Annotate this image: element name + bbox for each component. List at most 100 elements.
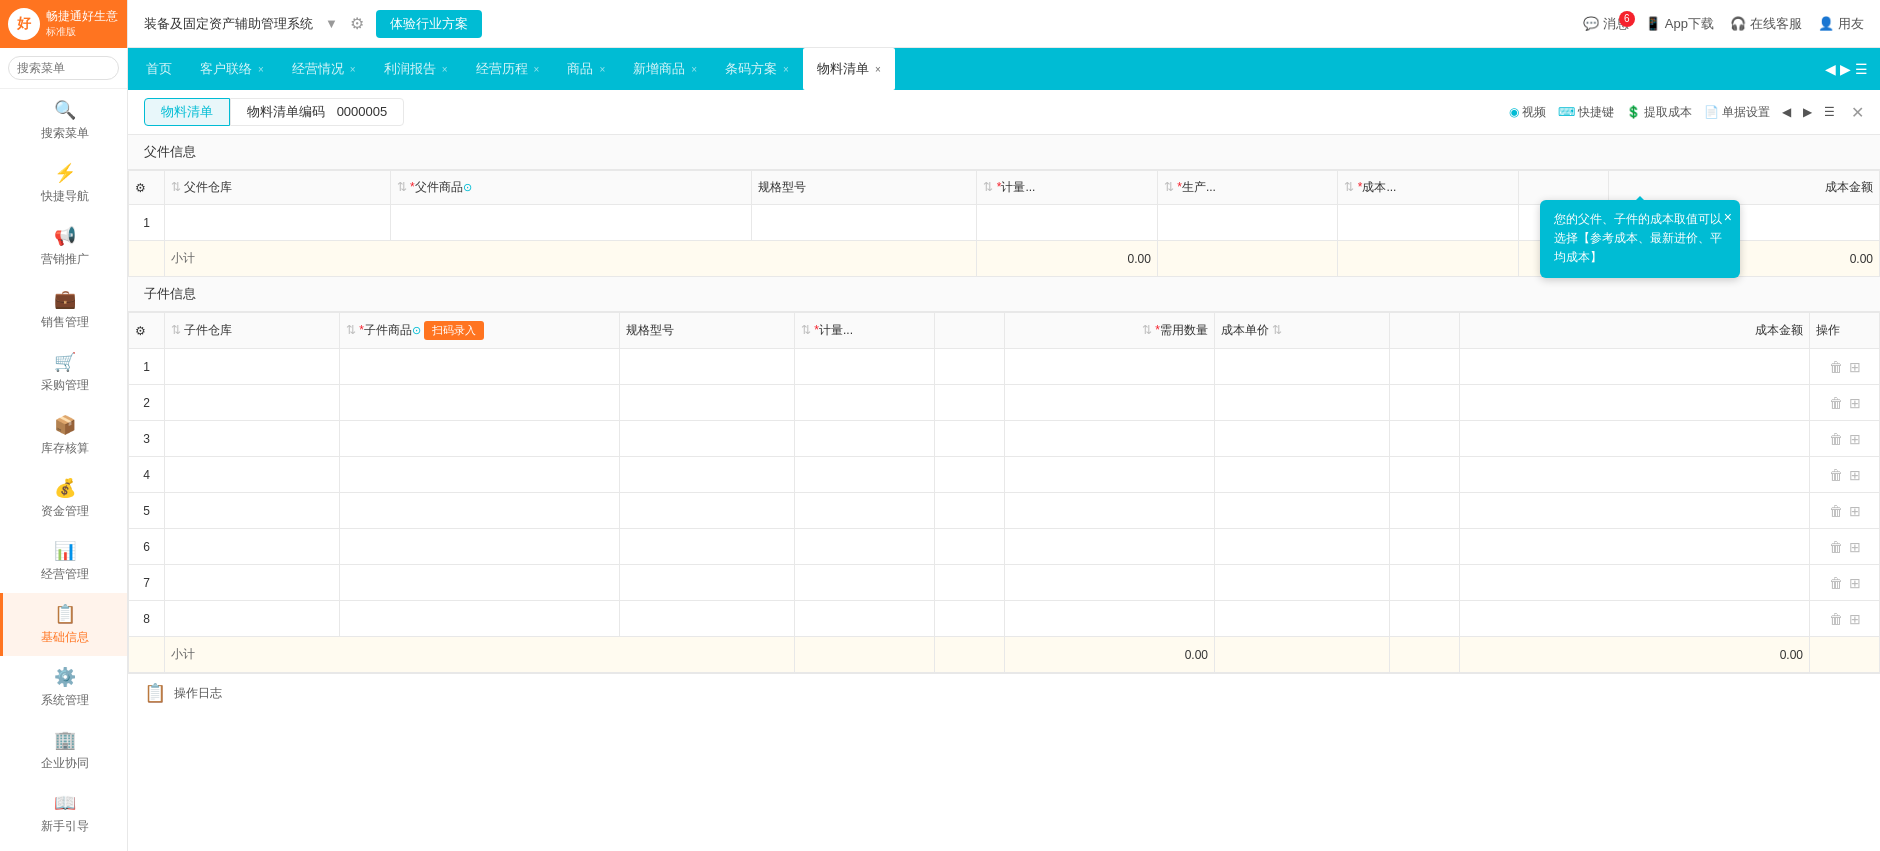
sub-tab-bom-code[interactable]: 物料清单编码 0000005 — [230, 98, 404, 126]
tab-goods-close[interactable]: × — [599, 64, 605, 75]
sidebar-item-enterprise[interactable]: 🏢 企业协同 — [0, 719, 127, 782]
child-row-1-qty[interactable] — [1005, 349, 1215, 385]
child-row-1-goods[interactable] — [340, 349, 620, 385]
tab-menu-icon[interactable]: ☰ — [1855, 61, 1868, 77]
child-row-2-goods[interactable] — [340, 385, 620, 421]
child-row-1-amount — [1460, 349, 1810, 385]
tab-barcode[interactable]: 条码方案 × — [711, 48, 803, 90]
child-col-settings[interactable]: ⚙ — [129, 313, 165, 349]
child-row-1-unit-cost[interactable] — [1215, 349, 1390, 385]
parent-row-1-cost[interactable] — [1338, 205, 1519, 241]
message-button[interactable]: 💬 消息 6 — [1583, 15, 1629, 33]
dropdown-arrow-icon[interactable]: ▼ — [325, 16, 338, 31]
user-avatar[interactable]: 👤 用友 — [1818, 15, 1864, 33]
sidebar-item-basics[interactable]: 📋 基础信息 — [0, 593, 127, 656]
delete-row-1-icon[interactable]: 🗑 — [1829, 359, 1843, 375]
sidebar-item-inventory[interactable]: 📦 库存核算 — [0, 404, 127, 467]
child-row-2-warehouse[interactable] — [165, 385, 340, 421]
copy-row-3-icon[interactable]: ⊞ — [1849, 431, 1861, 447]
sales-icon: 💼 — [54, 288, 76, 310]
copy-row-4-icon[interactable]: ⊞ — [1849, 467, 1861, 483]
delete-row-8-icon[interactable]: 🗑 — [1829, 611, 1843, 627]
tab-home[interactable]: 首页 — [132, 48, 186, 90]
delete-row-4-icon[interactable]: 🗑 — [1829, 467, 1843, 483]
sidebar-item-operations[interactable]: 📊 经营管理 — [0, 530, 127, 593]
delete-row-6-icon[interactable]: 🗑 — [1829, 539, 1843, 555]
tab-bom[interactable]: 物料清单 × — [803, 48, 895, 90]
sidebar-nav: 🔍 搜索菜单 ⚡ 快捷导航 📢 营销推广 💼 销售管理 🛒 采购管理 📦 库存核… — [0, 89, 127, 851]
delete-row-3-icon[interactable]: 🗑 — [1829, 431, 1843, 447]
parent-row-1-warehouse[interactable] — [165, 205, 391, 241]
scan-input-button[interactable]: 扫码录入 — [424, 321, 484, 340]
app-download-button[interactable]: 📱 App下载 — [1645, 15, 1714, 33]
parent-subtotal-e2 — [1338, 241, 1519, 277]
copy-row-1-icon[interactable]: ⊞ — [1849, 359, 1861, 375]
child-row-2: 2 🗑 ⊞ — [129, 385, 1880, 421]
log-label[interactable]: 操作日志 — [174, 685, 222, 702]
nav-left-icon[interactable]: ◀ — [1782, 105, 1791, 119]
parent-row-1-unit[interactable] — [977, 205, 1158, 241]
copy-row-7-icon[interactable]: ⊞ — [1849, 575, 1861, 591]
sidebar-item-sales[interactable]: 💼 销售管理 — [0, 278, 127, 341]
tab-bom-close[interactable]: × — [875, 64, 881, 75]
tab-customer[interactable]: 客户联络 × — [186, 48, 278, 90]
tab-barcode-close[interactable]: × — [783, 64, 789, 75]
copy-row-2-icon[interactable]: ⊞ — [1849, 395, 1861, 411]
parent-col-settings[interactable]: ⚙ — [129, 171, 165, 205]
child-row-2-unit[interactable] — [795, 385, 935, 421]
tab-history[interactable]: 经营历程 × — [462, 48, 554, 90]
tab-profit-label: 利润报告 — [384, 60, 436, 78]
parent-col-produce: ⇅ *生产... — [1157, 171, 1338, 205]
tab-prev-icon[interactable]: ◀ — [1825, 61, 1836, 77]
tab-new-goods[interactable]: 新增商品 × — [619, 48, 711, 90]
tooltip-close-icon[interactable]: × — [1724, 206, 1732, 228]
extract-cost-button[interactable]: 💲 提取成本 — [1626, 104, 1692, 121]
tab-operations-close[interactable]: × — [350, 64, 356, 75]
parent-row-1-goods[interactable] — [390, 205, 751, 241]
list-view-icon[interactable]: ☰ — [1824, 105, 1835, 119]
settings-icon[interactable]: ⚙ — [350, 14, 364, 33]
parent-subtotal-e1 — [1157, 241, 1338, 277]
online-service-button[interactable]: 🎧 在线客服 — [1730, 15, 1802, 33]
view-video-button[interactable]: ◉ 视频 — [1509, 104, 1546, 121]
sub-tab-bom-list[interactable]: 物料清单 — [144, 98, 230, 126]
search-input[interactable] — [8, 56, 119, 80]
shortcut-button[interactable]: ⌨ 快捷键 — [1558, 104, 1614, 121]
tab-goods[interactable]: 商品 × — [553, 48, 619, 90]
copy-row-5-icon[interactable]: ⊞ — [1849, 503, 1861, 519]
child-row-1-warehouse[interactable] — [165, 349, 340, 385]
sidebar-item-marketing[interactable]: 📢 营销推广 — [0, 215, 127, 278]
child-row-2-unit-cost[interactable] — [1215, 385, 1390, 421]
tab-customer-close[interactable]: × — [258, 64, 264, 75]
tab-profit[interactable]: 利润报告 × — [370, 48, 462, 90]
sidebar-item-finance[interactable]: 💰 资金管理 — [0, 467, 127, 530]
close-content-icon[interactable]: ✕ — [1851, 103, 1864, 122]
sidebar-item-search[interactable]: 🔍 搜索菜单 — [0, 89, 127, 152]
copy-row-8-icon[interactable]: ⊞ — [1849, 611, 1861, 627]
sidebar-item-quick-nav-label: 快捷导航 — [41, 188, 89, 205]
delete-row-7-icon[interactable]: 🗑 — [1829, 575, 1843, 591]
nav-right-icon[interactable]: ▶ — [1803, 105, 1812, 119]
tab-new-goods-close[interactable]: × — [691, 64, 697, 75]
parent-row-1-produce[interactable] — [1157, 205, 1338, 241]
sidebar-item-guide[interactable]: 📖 新手引导 — [0, 782, 127, 845]
child-row-1-unit[interactable] — [795, 349, 935, 385]
tab-operations[interactable]: 经营情况 × — [278, 48, 370, 90]
child-row-1-spec[interactable] — [620, 349, 795, 385]
delete-row-5-icon[interactable]: 🗑 — [1829, 503, 1843, 519]
tab-history-close[interactable]: × — [534, 64, 540, 75]
sidebar-item-system[interactable]: ⚙️ 系统管理 — [0, 656, 127, 719]
tab-profit-close[interactable]: × — [442, 64, 448, 75]
sidebar-logo: 好 畅捷通好生意 标准版 — [0, 0, 127, 48]
copy-row-6-icon[interactable]: ⊞ — [1849, 539, 1861, 555]
child-table: ⚙ ⇅ 子件仓库 ⇅ *子件商品⊙ 扫码录入 规格型号 ⇅ *计量... — [128, 312, 1880, 673]
sidebar-item-quick-nav[interactable]: ⚡ 快捷导航 — [0, 152, 127, 215]
child-row-2-qty[interactable] — [1005, 385, 1215, 421]
sidebar-item-purchase[interactable]: 🛒 采购管理 — [0, 341, 127, 404]
child-row-2-spec[interactable] — [620, 385, 795, 421]
tab-next-icon[interactable]: ▶ — [1840, 61, 1851, 77]
trial-button[interactable]: 体验行业方案 — [376, 10, 482, 38]
parent-row-1-spec[interactable] — [751, 205, 977, 241]
delete-row-2-icon[interactable]: 🗑 — [1829, 395, 1843, 411]
single-setting-button[interactable]: 📄 单据设置 — [1704, 104, 1770, 121]
